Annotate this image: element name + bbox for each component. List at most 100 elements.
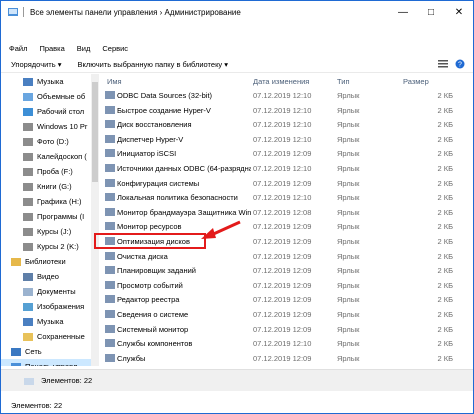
file-date: 07.12.2019 12:09 <box>253 178 312 188</box>
file-row[interactable]: Службы 07.12.2019 12:09 Ярлык 2 КБ <box>101 351 465 366</box>
file-row[interactable]: Диспетчер Hyper-V 07.12.2019 12:10 Ярлык 2 … <box>101 132 465 147</box>
file-date: 07.12.2019 12:09 <box>253 309 312 319</box>
file-row[interactable]: Монитор брандмауэра Защитника Wind... 07.… <box>101 205 465 220</box>
sidebar-item[interactable]: Библиотеки <box>1 254 91 269</box>
file-name: Службы компонентов <box>117 339 193 349</box>
column-header-size[interactable]: Размер <box>403 77 429 86</box>
sidebar-item-label: Сохраненные <box>37 332 85 341</box>
file-size: 2 КБ <box>437 295 453 305</box>
sidebar-item[interactable]: Объемные об <box>1 89 91 104</box>
network-icon <box>11 347 21 356</box>
menu-edit[interactable]: Правка <box>39 44 64 53</box>
file-name: Диспетчер Hyper-V <box>117 134 184 144</box>
sidebar-item[interactable]: Программы (I <box>1 209 91 224</box>
sidebar-item[interactable]: Калейдоскоп ( <box>1 149 91 164</box>
close-button[interactable]: ✕ <box>445 1 473 23</box>
file-name: Диск восстановления <box>117 120 192 130</box>
help-icon[interactable]: ? <box>455 59 465 69</box>
file-row[interactable]: ODBC Data Sources (32-bit) 07.12.2019 12:… <box>101 88 465 103</box>
sidebar-item[interactable]: Музыка <box>1 74 91 89</box>
sidebar-item[interactable]: Курсы 2 (K:) <box>1 239 91 254</box>
sidebar-item-label: Курсы 2 (K:) <box>37 242 79 251</box>
file-date: 07.12.2019 12:08 <box>253 207 312 217</box>
svg-text:?: ? <box>458 62 462 69</box>
shortcut-icon <box>105 120 115 129</box>
column-header-date[interactable]: Дата изменения <box>253 77 309 86</box>
file-type: Ярлык <box>337 280 360 290</box>
file-row[interactable]: Службы компонентов 07.12.2019 12:10 Ярлык 2… <box>101 336 465 351</box>
minimize-button[interactable]: — <box>389 1 417 23</box>
file-name: Системный монитор <box>117 324 189 334</box>
column-header-name[interactable]: Имя <box>107 77 122 86</box>
file-row[interactable]: Быстрое создание Hyper-V 07.12.2019 12:10… <box>101 103 465 118</box>
file-name: Планировщик заданий <box>117 266 196 276</box>
sidebar-item[interactable]: Графика (H:) <box>1 194 91 209</box>
file-date: 07.12.2019 12:10 <box>253 134 312 144</box>
menu-view[interactable]: Вид <box>77 44 91 53</box>
sidebar-item[interactable]: Музыка <box>1 314 91 329</box>
file-row[interactable]: Источники данных ODBC (64-разрядна... 07.… <box>101 161 465 176</box>
file-row[interactable]: Редактор реестра 07.12.2019 12:09 Ярлык 2 К… <box>101 292 465 307</box>
file-row[interactable]: Конфигурация системы 07.12.2019 12:09 Ярлы… <box>101 176 465 191</box>
file-type: Ярлык <box>337 91 360 100</box>
sidebar-item[interactable]: Изображения <box>1 299 91 314</box>
sidebar-item[interactable]: Сеть <box>1 344 91 359</box>
menu-bar: Файл Правка Вид Сервис <box>1 41 473 55</box>
desktop-icon <box>23 107 33 116</box>
sidebar-item[interactable]: Рабочий стол <box>1 104 91 119</box>
explorer-window: Все элементы панели управления › Админис… <box>0 0 474 414</box>
file-size: 2 КБ <box>437 266 453 276</box>
view-details-icon[interactable] <box>437 59 449 69</box>
sidebar-item[interactable]: Курсы (J:) <box>1 224 91 239</box>
window-controls: — □ ✕ <box>389 1 473 23</box>
sidebar-item[interactable]: Документы <box>1 284 91 299</box>
file-type: Ярлык <box>337 207 360 217</box>
sidebar-item[interactable]: Панель управл <box>1 359 91 366</box>
sidebar-item[interactable]: Видео <box>1 269 91 284</box>
sidebar-item-label: Изображения <box>37 302 85 311</box>
file-name: ODBC Data Sources (32-bit) <box>117 91 213 100</box>
file-row[interactable]: Монитор ресурсов 07.12.2019 12:09 Ярлык 2 К… <box>101 219 465 234</box>
shortcut-icon <box>105 163 115 172</box>
file-row[interactable]: Инициатор iSCSI 07.12.2019 12:09 Ярлык 2 КБ <box>101 146 465 161</box>
navigation-scrollbar[interactable] <box>91 74 99 366</box>
file-size: 2 КБ <box>437 120 453 130</box>
file-row[interactable]: Просмотр событий 07.12.2019 12:09 Ярлык 2 К… <box>101 278 465 293</box>
file-size: 2 КБ <box>437 163 453 173</box>
details-pane: Элементов: 22 <box>1 369 473 391</box>
file-row[interactable]: Сведения о системе 07.12.2019 12:09 Ярлык 2… <box>101 307 465 322</box>
file-row[interactable]: Средство проверки памяти Windows07.12.20… <box>101 365 465 366</box>
file-row[interactable]: Планировщик заданий 07.12.2019 12:09 Ярлык… <box>101 263 465 278</box>
sidebar-item-label: Панель управл <box>25 362 77 366</box>
organize-button[interactable]: Упорядочить ▾ <box>11 60 61 69</box>
sidebar-item-label: Документы <box>37 287 76 296</box>
column-header-type[interactable]: Тип <box>337 77 350 86</box>
menu-file[interactable]: Файл <box>9 44 27 53</box>
scrollbar-thumb[interactable] <box>92 82 98 182</box>
file-row[interactable]: Локальная политика безопасности 07.12.201… <box>101 190 465 205</box>
file-date: 07.12.2019 12:09 <box>253 280 312 290</box>
sidebar-item-label: Фото (D:) <box>37 137 69 146</box>
shortcut-icon <box>105 295 115 304</box>
sidebar-item-label: Музыка <box>37 317 64 326</box>
status-bar: Элементов: 22 <box>1 397 473 413</box>
file-row[interactable]: Системный монитор 07.12.2019 12:09 Ярлык 2 … <box>101 322 465 337</box>
include-in-library-button[interactable]: Включить выбранную папку в библиотеку ▾ <box>77 60 228 69</box>
file-date: 07.12.2019 12:10 <box>253 193 312 203</box>
file-row[interactable]: Диск восстановления 07.12.2019 12:10 Ярлык… <box>101 117 465 132</box>
menu-tools[interactable]: Сервис <box>102 44 128 53</box>
maximize-button[interactable]: □ <box>417 1 445 23</box>
window-title: Все элементы панели управления › Админис… <box>30 7 241 17</box>
file-type: Ярлык <box>337 236 360 246</box>
sidebar-item[interactable]: Книги (G:) <box>1 179 91 194</box>
file-type: Ярлык <box>337 222 360 232</box>
sidebar-item-label: Графика (H:) <box>37 197 82 206</box>
file-date: 07.12.2019 12:10 <box>253 339 312 349</box>
sidebar-item[interactable]: Фото (D:) <box>1 134 91 149</box>
drive-icon <box>23 227 33 236</box>
sidebar-item[interactable]: Сохраненные <box>1 329 91 344</box>
file-size: 2 КБ <box>437 149 453 159</box>
sidebar-item[interactable]: Windows 10 Pr <box>1 119 91 134</box>
sidebar-item[interactable]: Проба (F:) <box>1 164 91 179</box>
file-row[interactable]: Очистка диска 07.12.2019 12:09 Ярлык 2 КБ <box>101 249 465 264</box>
